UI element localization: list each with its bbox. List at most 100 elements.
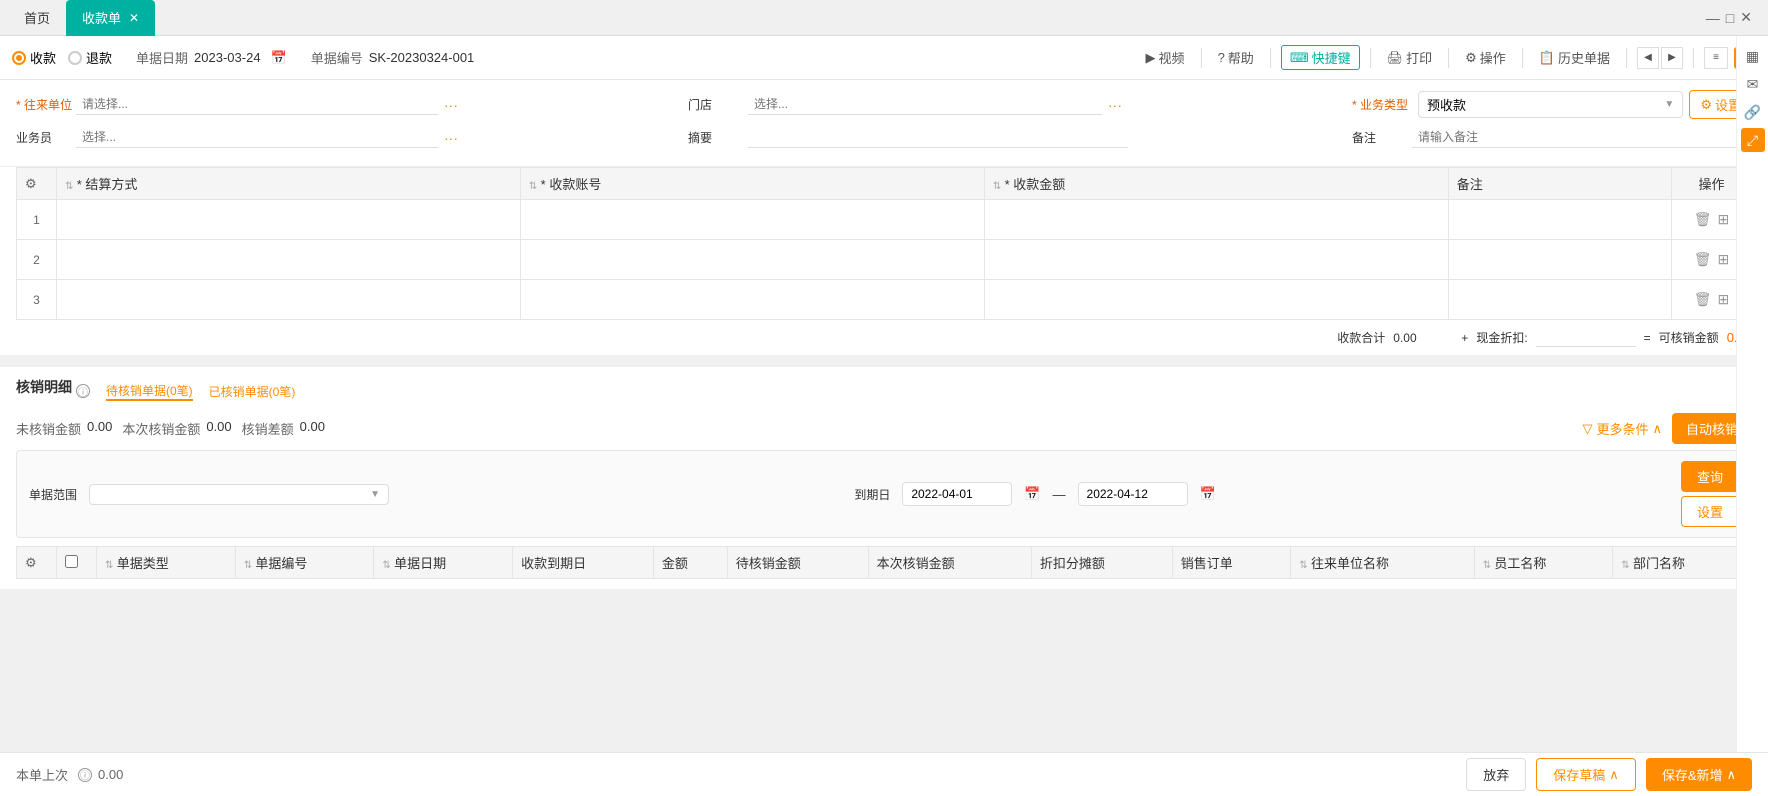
- stat-diff: 核销差额 0.00: [242, 419, 325, 438]
- last-order-label: 本单上次: [16, 765, 68, 784]
- save-new-btn[interactable]: 保存&新增 ∧: [1646, 758, 1752, 791]
- settlement-cell-2[interactable]: [57, 240, 521, 280]
- video-btn[interactable]: ▶ 视频: [1140, 46, 1191, 69]
- history-icon: 📋: [1539, 50, 1555, 66]
- range-select[interactable]: ▼: [89, 484, 389, 505]
- amount-cell-2[interactable]: [984, 240, 1448, 280]
- sidebar-expand-icon[interactable]: ⤢: [1741, 128, 1765, 152]
- prev-btn[interactable]: ◀: [1637, 47, 1659, 69]
- divider7: [1693, 48, 1694, 68]
- store-more-btn[interactable]: ···: [1102, 97, 1128, 113]
- verify-settings-btn[interactable]: 设置: [1681, 496, 1739, 527]
- date-from-calendar-icon[interactable]: 📅: [1024, 486, 1040, 502]
- table-row: 3 🗑 ⊞: [17, 280, 1752, 320]
- refund-radio[interactable]: 退款: [68, 48, 112, 67]
- counterpart-more-btn[interactable]: ···: [438, 97, 464, 113]
- summary-field: 摘要: [688, 127, 1128, 148]
- nav-arrows: ◀ ▶: [1637, 47, 1683, 69]
- maximize-icon[interactable]: □: [1726, 10, 1734, 26]
- next-btn[interactable]: ▶: [1661, 47, 1683, 69]
- minimize-icon[interactable]: —: [1706, 10, 1720, 26]
- tab-receipt[interactable]: 收款单 ✕: [66, 0, 155, 36]
- remark-cell-1[interactable]: [1448, 200, 1671, 240]
- verify-check-all[interactable]: [65, 555, 78, 568]
- main-content: * 往来单位 ··· 门店 ··· * 业务类型 预收款 ▼ ⚙ 设置: [0, 80, 1768, 589]
- remark-cell-2[interactable]: [1448, 240, 1671, 280]
- summary-input[interactable]: [748, 127, 1128, 148]
- verify-tab-pending[interactable]: 待核销单据(0笔): [106, 382, 193, 401]
- table-gear-icon[interactable]: ⚙: [25, 176, 37, 191]
- verify-table: ⚙ ⇅ 单据类型 ⇅ 单据编号: [16, 546, 1752, 579]
- business-type-select[interactable]: 预收款 ▼: [1418, 91, 1683, 118]
- receipt-radio-dot: [12, 51, 26, 65]
- account-cell-2[interactable]: [520, 240, 984, 280]
- settlement-cell-1[interactable]: [57, 200, 521, 240]
- amount-cell-1[interactable]: [984, 200, 1448, 240]
- remark-input[interactable]: [1412, 127, 1752, 148]
- save-draft-btn[interactable]: 保存草稿 ∧: [1536, 758, 1636, 791]
- stat-unverified: 未核销金额 0.00: [16, 419, 112, 438]
- list-view-btn[interactable]: ≡: [1704, 47, 1728, 69]
- shortcut-btn[interactable]: ⌨ 快捷键: [1281, 45, 1360, 70]
- footer-info-icon[interactable]: ⓘ: [78, 768, 92, 782]
- verify-gear-icon[interactable]: ⚙: [25, 555, 37, 570]
- copy-icon-1[interactable]: ⊞: [1718, 211, 1730, 228]
- store-label: 门店: [688, 96, 748, 113]
- due-date-to-input[interactable]: [1078, 482, 1188, 506]
- range-label: 单据范围: [29, 486, 77, 503]
- footer: 本单上次 ⓘ 0.00 放弃 保存草稿 ∧ 保存&新增 ∧: [0, 752, 1768, 796]
- sidebar-table-icon[interactable]: ▦: [1741, 44, 1765, 68]
- operation-btn[interactable]: ⚙ 操作: [1459, 46, 1512, 69]
- help-icon: ?: [1218, 50, 1225, 65]
- sidebar-mail-icon[interactable]: ✉: [1741, 72, 1765, 96]
- remark-cell-3[interactable]: [1448, 280, 1671, 320]
- delete-icon-2[interactable]: 🗑: [1694, 251, 1712, 268]
- receipt-radio[interactable]: 收款: [12, 48, 56, 67]
- account-cell-3[interactable]: [520, 280, 984, 320]
- table-container: ⚙ ⇅ * 结算方式 ⇅ * 收款账号 ⇅ * 收款金额: [0, 167, 1768, 320]
- single-date-value[interactable]: 2023-03-24: [194, 50, 261, 65]
- due-date-from-input[interactable]: [902, 482, 1012, 506]
- tab-home[interactable]: 首页: [8, 0, 66, 36]
- copy-icon-3[interactable]: ⊞: [1718, 291, 1730, 308]
- close-window-icon[interactable]: ✕: [1740, 9, 1752, 26]
- query-btn[interactable]: 查询: [1681, 461, 1739, 492]
- discount-label: 现金折扣:: [1476, 329, 1527, 346]
- sidebar-link-icon[interactable]: 🔗: [1741, 100, 1765, 124]
- filter-row: 单据范围 ▼ 到期日 📅 — 📅 查询 设置: [16, 450, 1752, 538]
- verify-tab-done[interactable]: 已核销单据(0笔): [209, 383, 296, 400]
- help-btn[interactable]: ? 帮助: [1212, 46, 1260, 69]
- table-settings-col: ⚙: [17, 168, 57, 200]
- refund-radio-dot: [68, 51, 82, 65]
- settlement-cell-3[interactable]: [57, 280, 521, 320]
- store-input[interactable]: [748, 94, 1102, 115]
- summary-label: 摘要: [688, 129, 748, 146]
- single-no-group: 单据编号 SK-20230324-001: [311, 48, 475, 67]
- play-icon: ▶: [1146, 50, 1156, 66]
- amount-cell-3[interactable]: [984, 280, 1448, 320]
- filter-icon: ▽: [1582, 421, 1592, 437]
- delete-icon-1[interactable]: 🗑: [1694, 211, 1712, 228]
- discount-input[interactable]: [1536, 328, 1636, 347]
- verify-check-col: [57, 547, 97, 579]
- single-date-label: 单据日期: [136, 48, 188, 67]
- copy-icon-2[interactable]: ⊞: [1718, 251, 1730, 268]
- close-tab-icon[interactable]: ✕: [129, 11, 139, 25]
- remark-col-header: 备注: [1448, 168, 1671, 200]
- delete-icon-3[interactable]: 🗑: [1694, 291, 1712, 308]
- discard-btn[interactable]: 放弃: [1466, 758, 1526, 791]
- account-cell-1[interactable]: [520, 200, 984, 240]
- range-chevron-icon: ▼: [370, 489, 380, 500]
- counterpart-input[interactable]: [76, 94, 438, 115]
- date-to-calendar-icon[interactable]: 📅: [1200, 486, 1216, 502]
- store-field: 门店 ···: [688, 94, 1128, 115]
- more-conditions-btn[interactable]: ▽ 更多条件 ∧: [1582, 419, 1662, 438]
- verify-info-icon[interactable]: ⓘ: [76, 384, 90, 398]
- history-btn[interactable]: 📋 历史单据: [1533, 46, 1616, 69]
- salesperson-more-btn[interactable]: ···: [438, 130, 464, 146]
- calendar-icon[interactable]: 📅: [271, 50, 287, 66]
- counterpart-field: * 往来单位 ···: [16, 94, 464, 115]
- save-draft-chevron-icon: ∧: [1609, 767, 1619, 783]
- salesperson-input[interactable]: [76, 127, 438, 148]
- print-btn[interactable]: 🖨 打印: [1381, 46, 1439, 69]
